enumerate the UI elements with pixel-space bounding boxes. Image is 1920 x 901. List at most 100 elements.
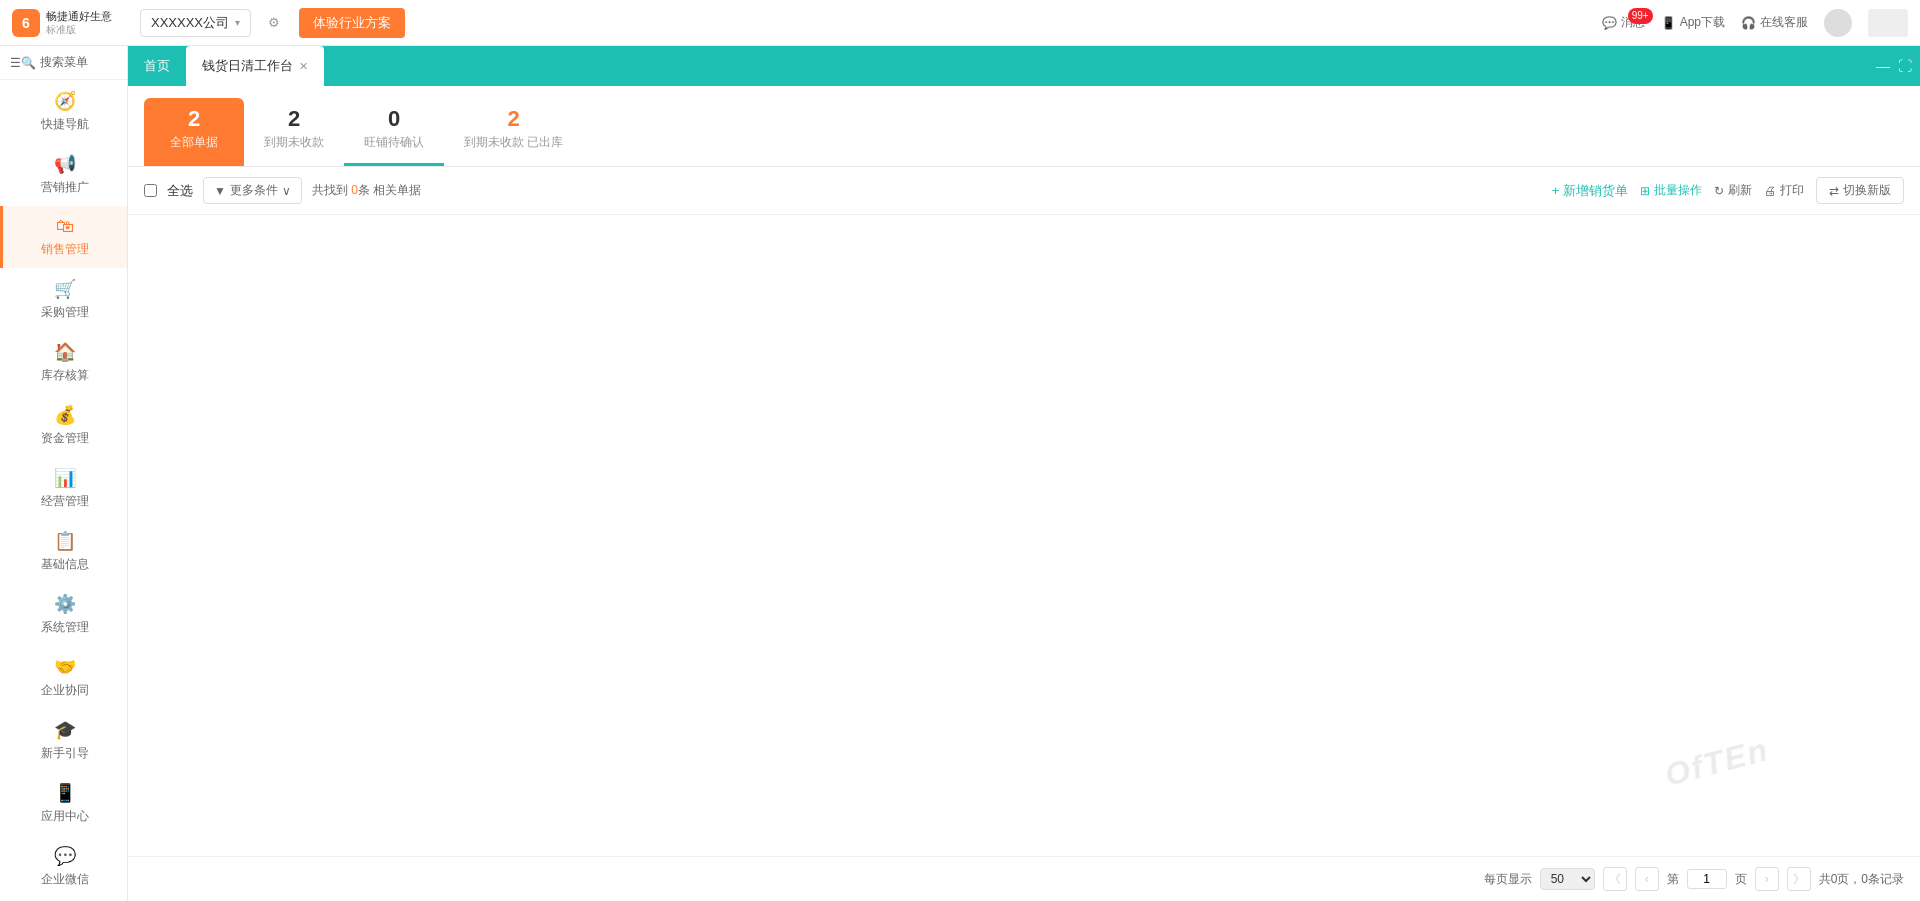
top-header: 6 畅捷通好生意 标准版 XXXXXX公司 ▾ ⚙ 体验行业方案 💬 消息 99… [0,0,1920,46]
sidebar-item-newbie[interactable]: 🎓 新手引导 [0,709,127,772]
sidebar-item-wechat[interactable]: 💬 企业微信 [0,835,127,898]
tab-bar: 首页 钱货日清工作台 ✕ — ⛶ [128,46,1920,86]
sidebar-item-quick-nav[interactable]: 🧭 快捷导航 [0,80,127,143]
company-name: XXXXXX公司 [151,14,229,32]
user-name-area[interactable] [1868,9,1908,37]
page-body: 2 全部单据 2 到期未收款 0 旺铺待确认 2 到期未收款 已出库 [128,86,1920,901]
main-content: 首页 钱货日清工作台 ✕ — ⛶ 2 全部单据 2 到期未收款 [128,46,1920,901]
tab-minimize-icon[interactable]: — [1876,58,1890,74]
sidebar-item-appstore[interactable]: 📱 应用中心 [0,772,127,835]
quick-nav-icon: 🧭 [54,90,76,112]
stat-tab-wangpu[interactable]: 0 旺铺待确认 [344,98,444,166]
sidebar-item-operations[interactable]: 📊 经营管理 [0,457,127,520]
online-service-item[interactable]: 🎧 在线客服 [1741,14,1808,31]
filter-chevron-icon: ∨ [282,184,291,198]
sidebar-item-purchase[interactable]: 🛒 采购管理 [0,268,127,331]
messages-badge: 99+ [1628,8,1653,24]
add-sales-order-button[interactable]: + 新增销货单 [1552,182,1628,200]
logo-area: 6 畅捷通好生意 标准版 [12,9,140,37]
sidebar-item-cooperation[interactable]: 🤝 企业协同 [0,646,127,709]
toolbar-right: + 新增销货单 ⊞ 批量操作 ↻ 刷新 🖨 打印 ⇄ [1552,177,1904,204]
finance-icon: 💰 [54,404,76,426]
newbie-icon: 🎓 [54,719,76,741]
appstore-icon: 📱 [54,782,76,804]
print-button[interactable]: 🖨 打印 [1764,182,1804,199]
header-right: 💬 消息 99+ 📱 App下载 🎧 在线客服 [1602,9,1908,37]
logo-text: 畅捷通好生意 标准版 [46,9,112,36]
basic-info-icon: 📋 [54,530,76,552]
sidebar: ☰🔍 搜索菜单 🧭 快捷导航 📢 营销推广 🛍 销售管理 🛒 采购管理 🏠 库存… [0,46,128,901]
sales-icon: 🛍 [56,216,74,237]
refresh-icon: ↻ [1714,184,1724,198]
sidebar-item-sales[interactable]: 🛍 销售管理 [0,206,127,268]
app-download-item[interactable]: 📱 App下载 [1661,14,1725,31]
messages-item[interactable]: 💬 消息 99+ [1602,14,1645,31]
sidebar-item-marketing[interactable]: 📢 营销推广 [0,143,127,206]
batch-icon: ⊞ [1640,184,1650,198]
filter-icon: ▼ [214,184,226,198]
total-label: 共0页，0条记录 [1819,871,1904,888]
settings-icon[interactable]: ⚙ [259,8,289,38]
download-icon: 📱 [1661,16,1676,30]
stat-tab-all[interactable]: 2 全部单据 [144,98,244,166]
stats-bar: 2 全部单据 2 到期未收款 0 旺铺待确认 2 到期未收款 已出库 [128,86,1920,167]
logo-icon: 6 [12,9,40,37]
stat-label-wangpu: 旺铺待确认 [364,134,424,151]
search-menu-item[interactable]: ☰🔍 搜索菜单 [0,46,127,80]
per-page-label: 每页显示 [1484,871,1532,888]
batch-ops-button[interactable]: ⊞ 批量操作 [1640,182,1702,199]
select-all-checkbox[interactable] [144,184,157,197]
purchase-icon: 🛒 [54,278,76,300]
switch-icon: ⇄ [1829,184,1839,198]
system-icon: ⚙️ [54,593,76,615]
table-area [128,215,1920,856]
filter-button[interactable]: ▼ 更多条件 ∨ [203,177,302,204]
tab-close-icon[interactable]: ✕ [299,60,308,73]
toolbar: 全选 ▼ 更多条件 ∨ 共找到 0条 相关单据 + 新增销货单 ⊞ 批量操作 [128,167,1920,215]
select-all-label: 全选 [167,182,193,200]
cooperation-icon: 🤝 [54,656,76,678]
stat-num-shipped: 2 [508,106,520,132]
stat-tab-overdue[interactable]: 2 到期未收款 [244,98,344,166]
tab-work-bench[interactable]: 钱货日清工作台 ✕ [186,46,324,86]
next-page-button[interactable]: › [1755,867,1779,891]
stat-label-overdue: 到期未收款 [264,134,324,151]
page-size-select[interactable]: 50 20 100 [1540,868,1595,890]
search-icon: ☰🔍 [10,56,36,70]
stat-num-all: 2 [188,106,200,132]
sidebar-item-system[interactable]: ⚙️ 系统管理 [0,583,127,646]
stat-num-overdue: 2 [288,106,300,132]
switch-version-button[interactable]: ⇄ 切换新版 [1816,177,1904,204]
tab-maximize-icon[interactable]: ⛶ [1898,58,1912,74]
pagination-bar: 每页显示 50 20 100 《 ‹ 第 页 › 》 共0页，0条记录 [128,856,1920,901]
tab-controls: — ⛶ [1876,58,1920,74]
chevron-down-icon: ▾ [235,17,240,28]
sidebar-item-inventory[interactable]: 🏠 库存核算 [0,331,127,394]
tab-home[interactable]: 首页 [128,46,186,86]
sidebar-item-basic-info[interactable]: 📋 基础信息 [0,520,127,583]
service-icon: 🎧 [1741,16,1756,30]
first-page-button[interactable]: 《 [1603,867,1627,891]
stat-num-wangpu: 0 [388,106,400,132]
stat-label-shipped: 到期未收款 已出库 [464,134,563,151]
app-layout: ☰🔍 搜索菜单 🧭 快捷导航 📢 营销推广 🛍 销售管理 🛒 采购管理 🏠 库存… [0,46,1920,901]
operations-icon: 📊 [54,467,76,489]
inventory-icon: 🏠 [54,341,76,363]
page-label-2: 页 [1735,871,1747,888]
stat-tab-shipped[interactable]: 2 到期未收款 已出库 [444,98,583,166]
page-label: 第 [1667,871,1679,888]
refresh-button[interactable]: ↻ 刷新 [1714,182,1752,199]
stat-label-all: 全部单据 [170,134,218,151]
prev-page-button[interactable]: ‹ [1635,867,1659,891]
message-icon: 💬 [1602,16,1617,30]
wechat-icon: 💬 [54,845,76,867]
trial-button[interactable]: 体验行业方案 [299,8,405,38]
last-page-button[interactable]: 》 [1787,867,1811,891]
print-icon: 🖨 [1764,184,1776,198]
marketing-icon: 📢 [54,153,76,175]
avatar[interactable] [1824,9,1852,37]
company-selector[interactable]: XXXXXX公司 ▾ [140,9,251,37]
page-number-input[interactable] [1687,869,1727,889]
sidebar-item-finance[interactable]: 💰 资金管理 [0,394,127,457]
found-text: 共找到 0条 相关单据 [312,182,421,199]
